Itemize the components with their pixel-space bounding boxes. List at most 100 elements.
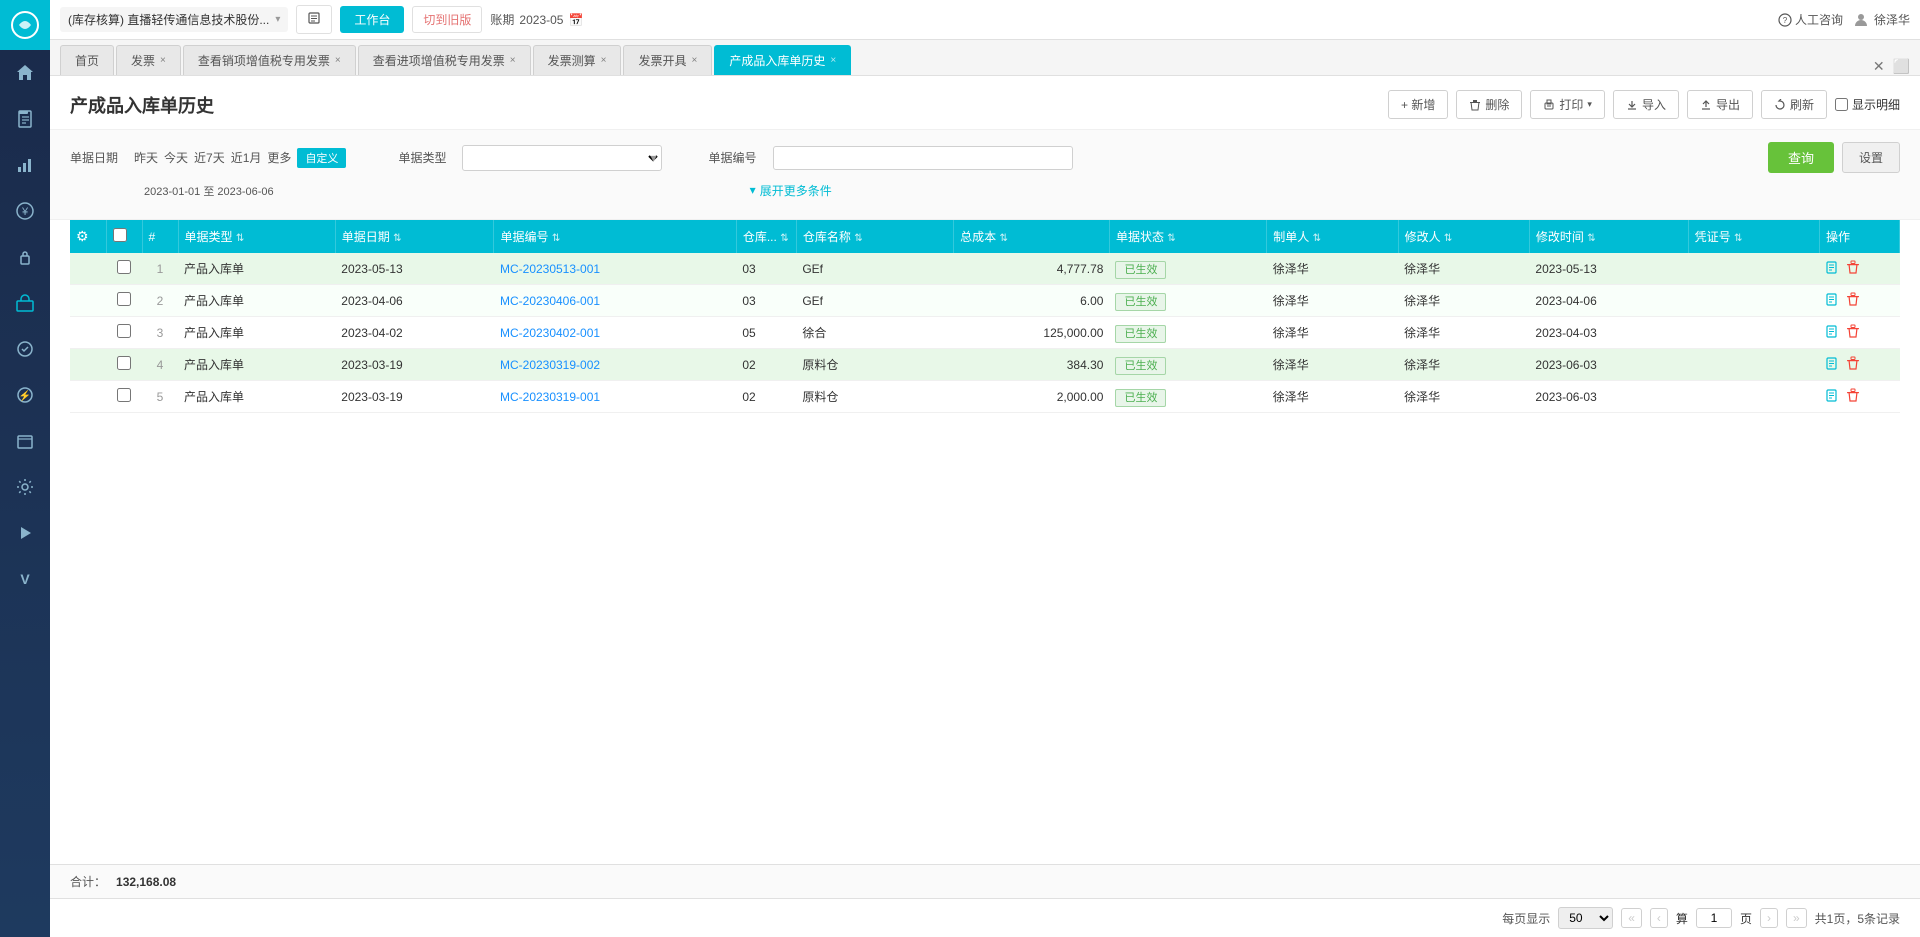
- row-type-cell: 产品入库单: [178, 253, 335, 285]
- prev-page-button[interactable]: ‹: [1650, 908, 1668, 928]
- tab-home[interactable]: 首页: [60, 45, 114, 75]
- row-number-cell: 2: [142, 285, 178, 317]
- row-checkbox[interactable]: [117, 260, 131, 274]
- row-delete-button[interactable]: [1846, 324, 1860, 341]
- tab-invoice[interactable]: 发票 ×: [116, 45, 181, 75]
- refresh-button[interactable]: 刷新: [1761, 90, 1827, 119]
- col-warehouse-name[interactable]: 仓库名称 ⇅: [796, 220, 953, 253]
- number-filter-input[interactable]: [773, 146, 1073, 170]
- date-7days[interactable]: 近7天: [194, 149, 225, 166]
- sidebar-item-settings[interactable]: [0, 464, 50, 510]
- last-page-button[interactable]: »: [1786, 908, 1807, 928]
- user-menu[interactable]: 徐泽华: [1853, 11, 1910, 28]
- sidebar: ¥ ⚡ V: [0, 0, 50, 937]
- col-modify-time[interactable]: 修改时间 ⇅: [1529, 220, 1688, 253]
- row-delete-button[interactable]: [1846, 292, 1860, 309]
- row-doc-number-link[interactable]: MC-20230406-001: [500, 294, 600, 308]
- page-header: 产成品入库单历史 + 新增 删除 打印 ▾ 导入 导出: [50, 76, 1920, 130]
- row-action-cell: [1820, 317, 1900, 349]
- col-number[interactable]: 单据编号 ⇅: [494, 220, 736, 253]
- close-all-tabs-button[interactable]: ✕: [1873, 58, 1885, 75]
- first-page-button[interactable]: «: [1621, 908, 1642, 928]
- row-checkbox[interactable]: [117, 292, 131, 306]
- help-label[interactable]: ? 人工咨询: [1778, 11, 1843, 28]
- tab-check-purchase-vat[interactable]: 查看进项增值税专用发票 ×: [358, 45, 531, 75]
- show-detail-input[interactable]: [1835, 98, 1848, 111]
- workbench-button[interactable]: 工作台: [340, 6, 404, 33]
- row-edit-button[interactable]: [1826, 388, 1840, 405]
- sidebar-item-security[interactable]: [0, 234, 50, 280]
- row-delete-button[interactable]: [1846, 356, 1860, 373]
- column-settings-icon[interactable]: ⚙: [76, 228, 89, 244]
- print-button[interactable]: 打印 ▾: [1530, 90, 1605, 119]
- col-total-cost[interactable]: 总成本 ⇅: [954, 220, 1110, 253]
- date-custom-button[interactable]: 自定义: [297, 148, 346, 168]
- sidebar-item-documents[interactable]: [0, 96, 50, 142]
- col-type[interactable]: 单据类型 ⇅: [178, 220, 335, 253]
- select-all-checkbox[interactable]: [113, 228, 127, 242]
- new-button[interactable]: + 新增: [1388, 90, 1448, 119]
- col-date[interactable]: 单据日期 ⇅: [335, 220, 494, 253]
- row-doc-number-link[interactable]: MC-20230513-001: [500, 262, 600, 276]
- col-warehouse-code[interactable]: 仓库... ⇅: [736, 220, 796, 253]
- row-doc-number-link[interactable]: MC-20230319-002: [500, 358, 600, 372]
- tab-invoice-issue-close[interactable]: ×: [691, 55, 697, 66]
- date-1month[interactable]: 近1月: [231, 149, 262, 166]
- sidebar-item-inventory[interactable]: [0, 280, 50, 326]
- row-doc-number-link[interactable]: MC-20230319-001: [500, 390, 600, 404]
- calendar-icon[interactable]: 📅: [568, 13, 583, 27]
- maximize-button[interactable]: ⬜: [1893, 58, 1910, 75]
- page-size-select[interactable]: 10 20 50 100: [1558, 907, 1613, 929]
- export-button[interactable]: 导出: [1687, 90, 1753, 119]
- show-detail-checkbox[interactable]: 显示明细: [1835, 96, 1900, 113]
- row-checkbox[interactable]: [117, 324, 131, 338]
- row-checkbox[interactable]: [117, 356, 131, 370]
- tab-check-sales-vat-close[interactable]: ×: [335, 55, 341, 66]
- delete-button[interactable]: 删除: [1456, 90, 1522, 119]
- sidebar-item-analytics[interactable]: [0, 142, 50, 188]
- row-type-cell: 产品入库单: [178, 317, 335, 349]
- date-more[interactable]: 更多: [267, 149, 291, 166]
- sidebar-item-home[interactable]: [0, 50, 50, 96]
- tab-invoice-calc-close[interactable]: ×: [601, 55, 607, 66]
- col-modifier[interactable]: 修改人 ⇅: [1398, 220, 1529, 253]
- row-checkbox[interactable]: [117, 388, 131, 402]
- next-page-button[interactable]: ›: [1760, 908, 1778, 928]
- sidebar-item-version[interactable]: V: [0, 556, 50, 602]
- col-status[interactable]: 单据状态 ⇅: [1109, 220, 1266, 253]
- date-today[interactable]: 今天: [164, 149, 188, 166]
- tab-invoice-close[interactable]: ×: [160, 55, 166, 66]
- sidebar-item-files[interactable]: [0, 418, 50, 464]
- row-delete-button[interactable]: [1846, 260, 1860, 277]
- tab-product-warehouse[interactable]: 产成品入库单历史 ×: [714, 45, 851, 75]
- col-voucher[interactable]: 凭证号 ⇅: [1688, 220, 1819, 253]
- table-row: 3 产品入库单 2023-04-02 MC-20230402-001 05 徐合…: [70, 317, 1900, 349]
- import-button[interactable]: 导入: [1613, 90, 1679, 119]
- sidebar-item-play[interactable]: [0, 510, 50, 556]
- row-edit-button[interactable]: [1826, 292, 1840, 309]
- tab-check-purchase-vat-close[interactable]: ×: [510, 55, 516, 66]
- sidebar-item-orders[interactable]: [0, 326, 50, 372]
- expand-filter-button[interactable]: ▾ 展开更多条件: [750, 182, 832, 199]
- setting-button[interactable]: 设置: [1842, 142, 1900, 173]
- page-number-input[interactable]: [1696, 908, 1732, 928]
- doc-template-button[interactable]: [296, 5, 332, 34]
- date-yesterday[interactable]: 昨天: [134, 149, 158, 166]
- tab-product-warehouse-close[interactable]: ×: [830, 55, 836, 66]
- sidebar-item-transfer[interactable]: ⚡: [0, 372, 50, 418]
- query-button[interactable]: 查询: [1768, 142, 1834, 173]
- row-doc-number-link[interactable]: MC-20230402-001: [500, 326, 600, 340]
- switch-version-button[interactable]: 切到旧版: [412, 6, 482, 33]
- row-edit-button[interactable]: [1826, 324, 1840, 341]
- row-edit-button[interactable]: [1826, 260, 1840, 277]
- tab-check-sales-vat[interactable]: 查看销项增值税专用发票 ×: [183, 45, 356, 75]
- tab-invoice-issue[interactable]: 发票开具 ×: [623, 45, 712, 75]
- row-modify-time-cell: 2023-04-06: [1529, 285, 1688, 317]
- row-edit-button[interactable]: [1826, 356, 1840, 373]
- sidebar-item-finance[interactable]: ¥: [0, 188, 50, 234]
- app-selector[interactable]: (库存核算) 直播轻传通信息技术股份... ▾: [60, 7, 288, 32]
- col-creator[interactable]: 制单人 ⇅: [1267, 220, 1398, 253]
- type-filter-select[interactable]: [462, 145, 662, 171]
- tab-invoice-calc[interactable]: 发票测算 ×: [533, 45, 622, 75]
- row-delete-button[interactable]: [1846, 388, 1860, 405]
